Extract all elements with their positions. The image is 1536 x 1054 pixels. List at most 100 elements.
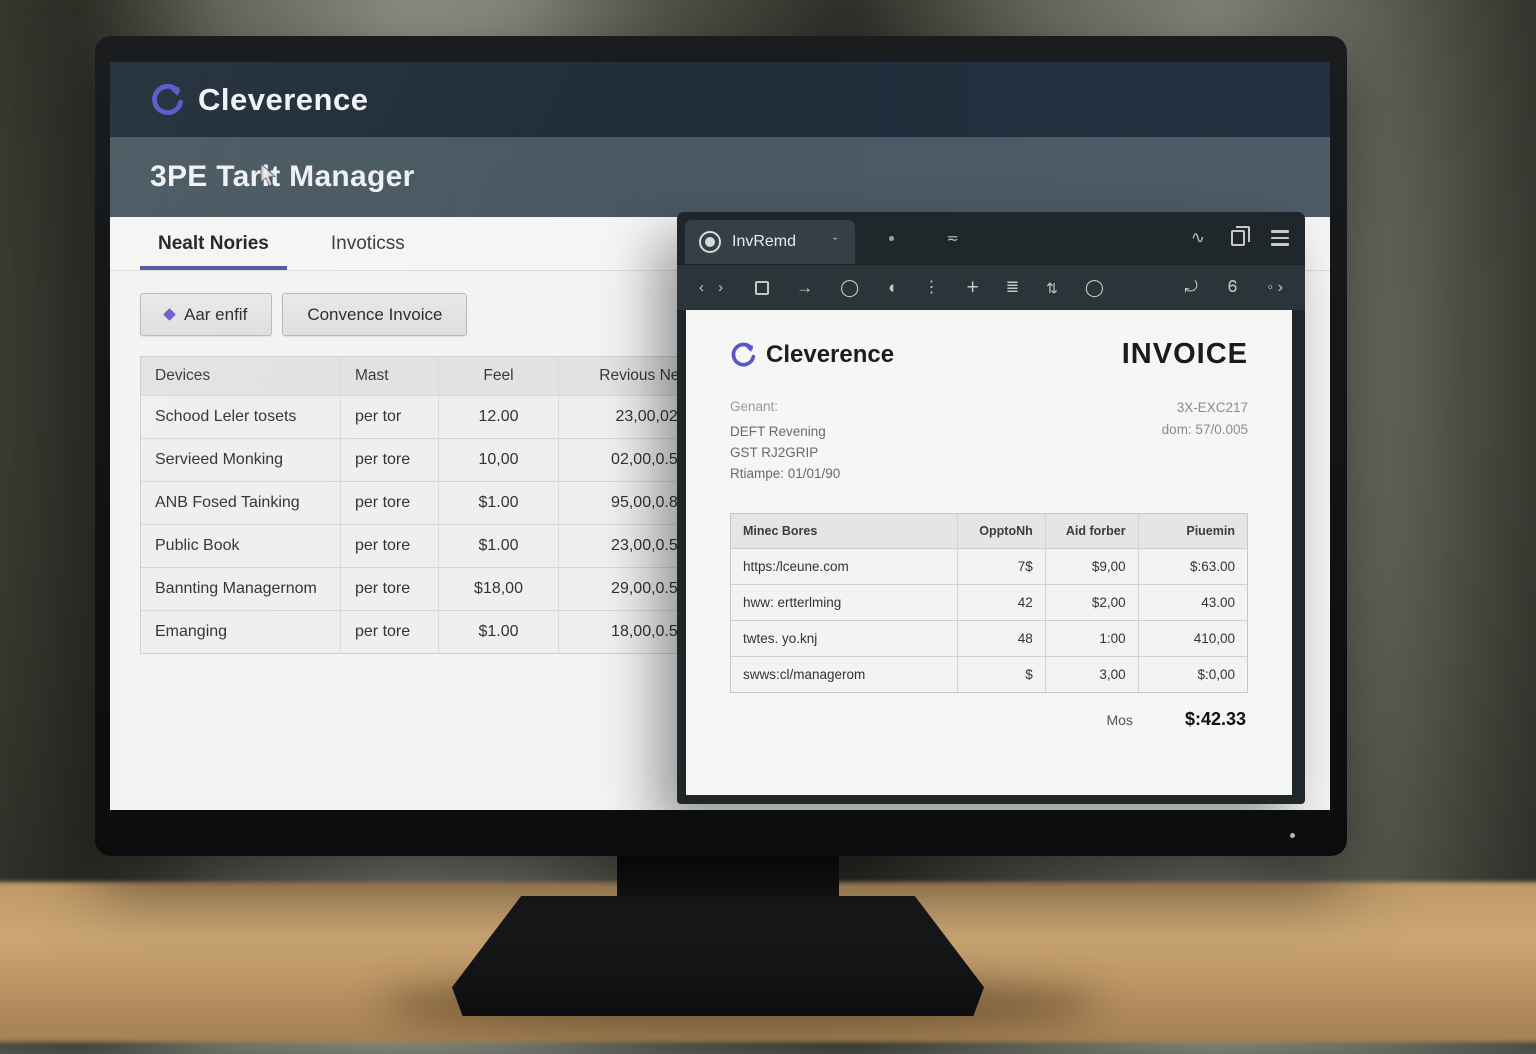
cell-device: Schood Leler tosets xyxy=(141,396,341,438)
cell-qty: 7$ xyxy=(958,549,1046,584)
table-row[interactable]: ANB Fosed Tainking per tore $1.00 95,00,… xyxy=(141,482,702,525)
cell-feel: $18,00 xyxy=(439,568,559,610)
invoice-line-item: https:/lceune.com 7$ $9,00 $:63.00 xyxy=(731,549,1247,585)
invoice-date: dom: 57/0.005 xyxy=(1162,419,1248,441)
tab-favicon-icon xyxy=(699,231,721,253)
col-header-qty: OpptoNh xyxy=(958,514,1046,548)
overflow-dots-icon[interactable]: ◦ › xyxy=(1268,279,1283,297)
col-header-feel[interactable]: Feel xyxy=(439,357,559,395)
cell-price: $2,00 xyxy=(1046,585,1139,620)
col-header-price: Aid forber xyxy=(1046,514,1139,548)
invoice-line-item: twtes. yo.knj 48 1:00 410,00 xyxy=(731,621,1247,657)
tab-nealt-nories[interactable]: Nealt Nories xyxy=(158,217,269,270)
tab-invoticss[interactable]: Invoticss xyxy=(331,217,405,270)
cell-device: ANB Fosed Tainking xyxy=(141,482,341,524)
add-entry-label: Aar enfif xyxy=(184,305,247,325)
undo-icon[interactable]: ⤾ xyxy=(1185,279,1198,297)
cell-mast: per tore xyxy=(341,611,439,653)
convert-invoice-button[interactable]: Convence Invoice xyxy=(282,293,467,336)
convert-invoice-label: Convence Invoice xyxy=(307,305,442,325)
col-header-devices[interactable]: Devices xyxy=(141,357,341,395)
app-subheader: 3PE Tarlt Manager xyxy=(110,137,1330,217)
bill-to-line: GST RJ2GRIP xyxy=(730,443,840,464)
invoice-tab-title: InvRemd xyxy=(732,233,796,251)
invoice-number-block: 3X-EXC217 dom: 57/0.005 xyxy=(1162,397,1248,485)
cell-item: https:/lceune.com xyxy=(731,549,958,584)
kebab-menu-icon[interactable]: ⋮ xyxy=(923,280,939,296)
col-header-item: Minec Bores xyxy=(731,514,958,548)
stop-square-icon[interactable] xyxy=(755,281,769,295)
invoice-line-items-table: Minec Bores OpptoNh Aid forber Piuemin h… xyxy=(730,513,1248,693)
sort-updown-icon[interactable]: ⇅ xyxy=(1046,281,1058,295)
table-row[interactable]: Schood Leler tosets per tor 12.00 23,00,… xyxy=(141,396,702,439)
bill-to-block: Genant: DEFT Revening GST RJ2GRIP Rtiamp… xyxy=(730,397,840,485)
invoice-window-tab[interactable]: InvRemd ˇ xyxy=(685,220,855,264)
back-forward-icon[interactable]: ‹ › xyxy=(699,280,728,295)
table-row[interactable]: Servieed Monking per tore 10,00 02,00,0.… xyxy=(141,439,702,482)
cell-mast: per tore xyxy=(341,568,439,610)
cleverence-logo-icon xyxy=(730,342,756,368)
titlebar-controls: ∿ xyxy=(1191,228,1289,248)
cell-item: twtes. yo.knj xyxy=(731,621,958,656)
invoice-document: Cleverence INVOICE Genant: DEFT Revening… xyxy=(686,310,1292,795)
cell-amount: 410,00 xyxy=(1139,621,1247,656)
cell-amount: $:63.00 xyxy=(1139,549,1247,584)
invoice-brand-name: Cleverence xyxy=(766,341,894,369)
cell-feel: $1.00 xyxy=(439,482,559,524)
list-view-icon[interactable]: ≣ xyxy=(1006,280,1019,296)
cell-feel: $1.00 xyxy=(439,525,559,567)
tab-label: Nealt Nories xyxy=(158,233,269,255)
table-row[interactable]: Emanging per tore $1.00 18,00,0.5% xyxy=(141,611,702,653)
invoice-line-item: swws:cl/managerom $ 3,00 $:0,00 xyxy=(731,657,1247,692)
invoice-number: 3X-EXC217 xyxy=(1162,397,1248,419)
circle-icon[interactable]: ◯ xyxy=(1085,279,1104,296)
bill-to-line: DEFT Revening xyxy=(730,422,840,443)
col-header-amount: Piuemin xyxy=(1139,514,1247,548)
monitor-bezel: Cleverence 3PE Tarlt Manager Nealt Norie… xyxy=(95,36,1347,856)
invoice-preview-window: InvRemd ˇ ≂ ∿ ‹ › → ◯ ◖ ⋮ + ≣ xyxy=(677,212,1305,804)
invoice-meta: Genant: DEFT Revening GST RJ2GRIP Rtiamp… xyxy=(730,397,1248,485)
g-badge-icon[interactable]: Ꮾ xyxy=(1228,279,1238,297)
cell-mast: per tor xyxy=(341,396,439,438)
forward-arrow-icon[interactable]: → xyxy=(796,279,813,296)
invoice-window-titlebar[interactable]: InvRemd ˇ ≂ ∿ xyxy=(677,212,1305,264)
crescent-icon[interactable]: ◖ xyxy=(886,279,896,296)
page-title: 3PE Tarlt Manager xyxy=(150,160,415,194)
invoice-line-item: hww: ertterlming 42 $2,00 43.00 xyxy=(731,585,1247,621)
table-row[interactable]: Bannting Managernom per tore $18,00 29,0… xyxy=(141,568,702,611)
bill-to-line: Rtiampe: 01/01/90 xyxy=(730,464,840,485)
invoice-brand: Cleverence xyxy=(730,341,894,369)
minimize-icon[interactable]: ∿ xyxy=(1191,228,1205,248)
tab-label: Invoticss xyxy=(331,233,405,255)
table-row[interactable]: Public Book per tore $1.00 23,00,0.5% xyxy=(141,525,702,568)
restore-window-icon[interactable] xyxy=(1231,230,1245,246)
cell-amount: 43.00 xyxy=(1139,585,1247,620)
dot-icon xyxy=(889,236,894,241)
reload-circle-icon[interactable]: ◯ xyxy=(840,279,859,296)
screen: Cleverence 3PE Tarlt Manager Nealt Norie… xyxy=(110,62,1330,810)
chevron-down-icon[interactable]: ˇ xyxy=(833,235,837,250)
cell-price: $9,00 xyxy=(1046,549,1139,584)
add-entry-button[interactable]: Aar enfif xyxy=(140,293,272,336)
cell-mast: per tore xyxy=(341,482,439,524)
cell-device: Bannting Managernom xyxy=(141,568,341,610)
mouse-cursor-icon xyxy=(258,163,278,189)
monitor-stand-base xyxy=(452,896,984,1016)
equals-icon: ≂ xyxy=(946,229,960,247)
hamburger-menu-icon[interactable] xyxy=(1271,230,1289,246)
cell-feel: $1.00 xyxy=(439,611,559,653)
cell-qty: $ xyxy=(958,657,1046,692)
power-led xyxy=(1290,833,1295,838)
col-header-mast[interactable]: Mast xyxy=(341,357,439,395)
cell-price: 1:00 xyxy=(1046,621,1139,656)
cell-feel: 10,00 xyxy=(439,439,559,481)
cell-device: Public Book xyxy=(141,525,341,567)
toolbar-right-group: ⤾ Ꮾ ◦ › xyxy=(1185,279,1283,297)
app-header: Cleverence xyxy=(110,62,1330,137)
table-header-row: Devices Mast Feel Revious Neri xyxy=(141,357,702,396)
plus-icon[interactable]: + xyxy=(966,277,978,298)
devices-table: Devices Mast Feel Revious Neri Schood Le… xyxy=(140,356,703,654)
cleverence-logo-icon xyxy=(150,83,184,117)
cell-mast: per tore xyxy=(341,525,439,567)
bill-to-label: Genant: xyxy=(730,397,840,418)
